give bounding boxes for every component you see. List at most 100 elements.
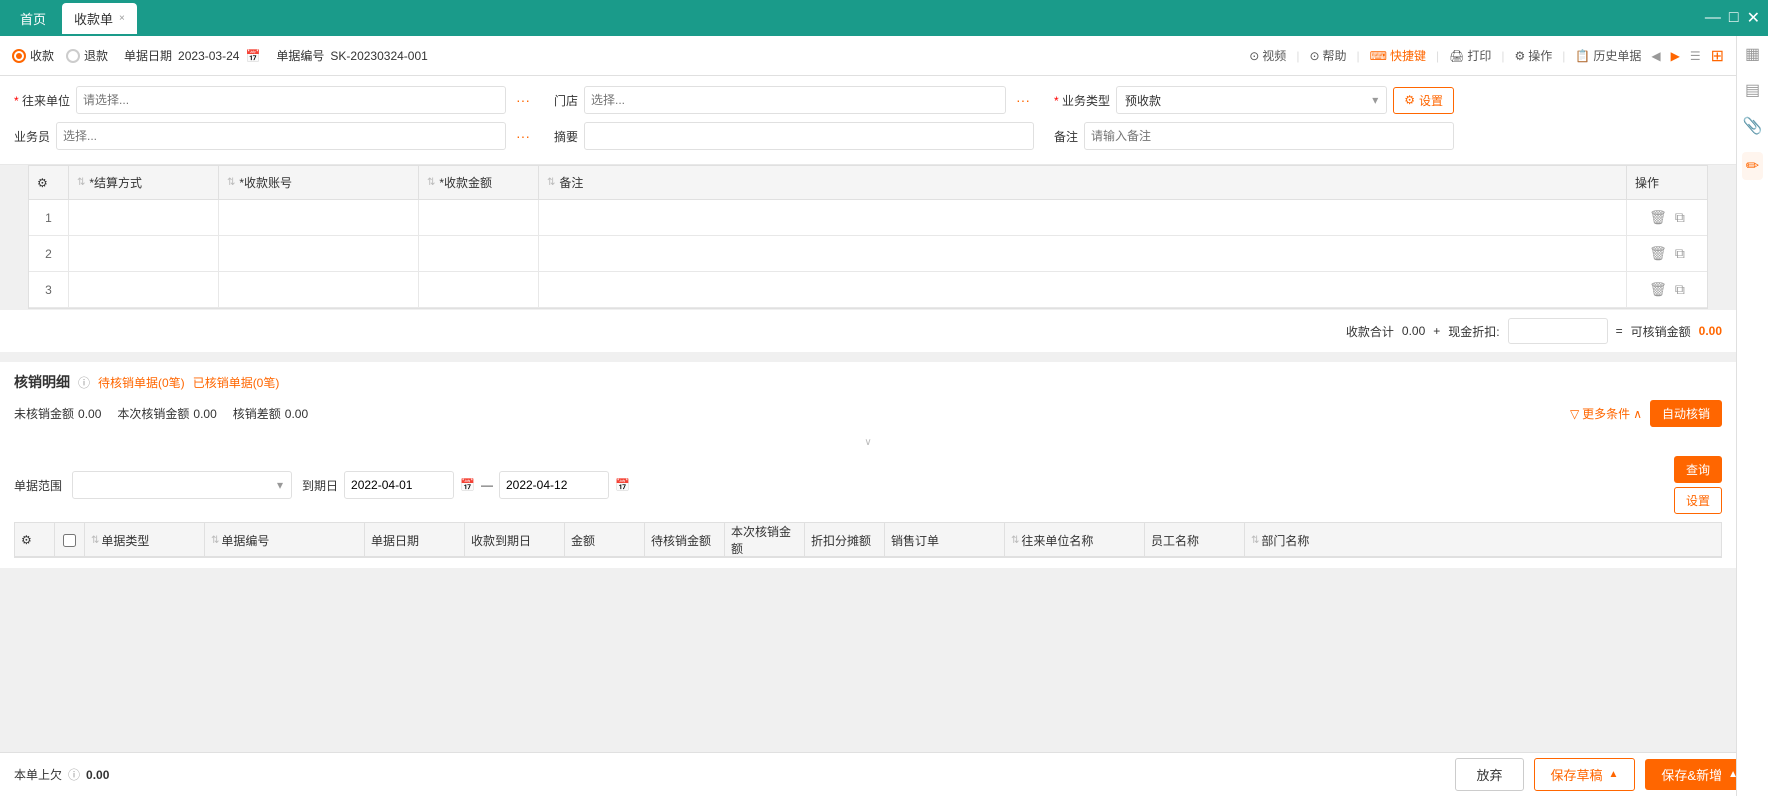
number-value: SK-20230324-001 <box>330 49 427 63</box>
settings-button[interactable]: ⚙ 设置 <box>1393 87 1454 114</box>
date-to-input[interactable] <box>499 471 609 499</box>
balance-value: 0.00 <box>86 768 109 782</box>
radio-receipt-dot <box>12 49 26 63</box>
discard-button[interactable]: 放弃 <box>1455 758 1523 791</box>
partner-more-icon[interactable]: ··· <box>512 92 534 108</box>
row-1-delete-icon[interactable]: 🗑 <box>1649 209 1667 226</box>
row-1-remark[interactable] <box>539 200 1627 235</box>
summary-row: 收款合计 0.00 + 现金折扣: = 可核销金额 0.00 <box>0 309 1736 352</box>
nav-right-icon[interactable]: ▶ <box>1671 49 1680 63</box>
bth-settings[interactable]: ⚙ <box>15 523 55 557</box>
bottom-gear-icon[interactable]: ⚙ <box>21 533 32 547</box>
tab-home[interactable]: 首页 <box>8 3 58 34</box>
discount-input[interactable] <box>1508 318 1608 344</box>
window-controls: — □ ✕ <box>1705 8 1760 28</box>
row-2-remark[interactable] <box>539 236 1627 271</box>
staff-field: 业务员 ··· <box>14 122 534 150</box>
calendar-to-icon[interactable]: 📅 <box>615 478 630 492</box>
th-amount: ⇅ *收款金额 <box>419 166 539 199</box>
row-2-actions: 🗑 ⧉ <box>1627 236 1707 271</box>
operations-btn[interactable]: ⚙ 操作 <box>1514 47 1552 64</box>
sidebar-attachment-icon[interactable]: 📎 <box>1743 116 1763 136</box>
nav-left-icon[interactable]: ◀ <box>1651 49 1660 63</box>
type-radio-group: 收款 退款 <box>12 47 108 64</box>
date-range-dash: — <box>481 478 493 492</box>
minimize-button[interactable]: — <box>1705 9 1721 27</box>
auto-writeoff-button[interactable]: 自动核销 <box>1650 400 1722 427</box>
bth-discount: 折扣分摊额 <box>805 523 885 557</box>
bth-current-label: 本次核销金额 <box>731 523 798 557</box>
tab-bar-left: 首页 收款单 × <box>8 3 137 34</box>
row-1-settlement[interactable] <box>69 200 219 235</box>
grid-view-icon[interactable]: ⊞ <box>1711 46 1724 66</box>
row-3-delete-icon[interactable]: 🗑 <box>1649 281 1667 298</box>
save-draft-label: 保存草稿 <box>1551 765 1603 784</box>
writeoff-info-icon[interactable]: ⓘ <box>78 374 90 391</box>
bth-dept-name: ⇅ 部门名称 <box>1245 523 1345 557</box>
row-2-copy-icon[interactable]: ⧉ <box>1675 245 1685 262</box>
maximize-button[interactable]: □ <box>1729 9 1739 27</box>
calendar-icon[interactable]: 📅 <box>245 49 260 63</box>
sidebar-table-icon[interactable]: ▦ <box>1745 44 1760 64</box>
help-btn[interactable]: ⊙ 帮助 <box>1309 47 1346 64</box>
bth-checkbox[interactable] <box>55 523 85 557</box>
tab-close-icon[interactable]: × <box>119 13 125 24</box>
summary-label: 摘要 <box>554 128 578 145</box>
remark-input[interactable] <box>1084 122 1454 150</box>
radio-receipt[interactable]: 收款 <box>12 47 54 64</box>
table-settings-gear-icon[interactable]: ⚙ <box>37 176 48 190</box>
th-settings[interactable]: ⚙ <box>29 166 69 199</box>
shortcut-btn[interactable]: ⌨ 快捷键 <box>1370 47 1426 64</box>
unchecked-stat: 未核销金额 0.00 <box>14 405 101 422</box>
row-1-amount[interactable] <box>419 200 539 235</box>
tab-active[interactable]: 收款单 × <box>62 3 137 34</box>
row-2-settlement[interactable] <box>69 236 219 271</box>
business-type-value: 预收款 <box>1125 92 1161 109</box>
select-all-checkbox[interactable] <box>63 534 76 547</box>
row-3-amount[interactable] <box>419 272 539 307</box>
store-more-icon[interactable]: ··· <box>1012 92 1034 108</box>
partner-input[interactable] <box>76 86 506 114</box>
writeoff-title: 核销明细 ⓘ 待核销单据(0笔) 已核销单据(0笔) <box>14 372 1722 392</box>
date-value[interactable]: 2023-03-24 <box>178 49 239 63</box>
row-2-delete-icon[interactable]: 🗑 <box>1649 245 1667 262</box>
date-from-input[interactable] <box>344 471 454 499</box>
staff-more-icon[interactable]: ··· <box>512 128 534 144</box>
bth-doc-num: ⇅ 单据编号 <box>205 523 365 557</box>
history-btn[interactable]: 📋 历史单据 <box>1575 47 1641 64</box>
video-btn[interactable]: ⊙ 视频 <box>1249 47 1286 64</box>
sidebar-edit-icon[interactable]: ✏ <box>1742 152 1763 180</box>
done-tab-link[interactable]: 已核销单据(0笔) <box>193 374 280 391</box>
close-button[interactable]: ✕ <box>1747 8 1760 28</box>
total-value: 0.00 <box>1402 324 1425 338</box>
row-3-settlement[interactable] <box>69 272 219 307</box>
more-conditions-btn[interactable]: ▽ 更多条件 ∧ <box>1570 405 1642 422</box>
store-input[interactable] <box>584 86 1006 114</box>
diff-stat: 核销差额 0.00 <box>233 405 308 422</box>
row-2-amount[interactable] <box>419 236 539 271</box>
staff-input[interactable] <box>56 122 506 150</box>
collapse-arrow-icon[interactable]: ∨ <box>864 437 871 448</box>
sidebar-list-icon[interactable]: ▤ <box>1745 80 1760 100</box>
bth-doc-num-label: 单据编号 <box>221 532 269 549</box>
due-date-label: 到期日 <box>302 477 338 494</box>
list-view-icon[interactable]: ☰ <box>1690 49 1701 63</box>
save-draft-button[interactable]: 保存草稿 ▲ <box>1534 758 1636 791</box>
pending-tab-link[interactable]: 待核销单据(0笔) <box>98 374 185 391</box>
row-1-account[interactable] <box>219 200 419 235</box>
row-1-copy-icon[interactable]: ⧉ <box>1675 209 1685 226</box>
business-type-select[interactable]: 预收款 ▾ <box>1116 86 1387 114</box>
range-select[interactable]: ▾ <box>72 471 292 499</box>
print-btn[interactable]: 🖨 打印 <box>1449 47 1491 64</box>
balance-info-icon[interactable]: ⓘ <box>68 766 80 783</box>
row-3-remark[interactable] <box>539 272 1627 307</box>
current-stat: 本次核销金额 0.00 <box>117 405 216 422</box>
row-3-copy-icon[interactable]: ⧉ <box>1675 281 1685 298</box>
query-button[interactable]: 查询 <box>1674 456 1722 483</box>
radio-refund[interactable]: 退款 <box>66 47 108 64</box>
row-3-account[interactable] <box>219 272 419 307</box>
summary-input[interactable] <box>584 122 1034 150</box>
calendar-from-icon[interactable]: 📅 <box>460 478 475 492</box>
row-2-account[interactable] <box>219 236 419 271</box>
writeoff-settings-button[interactable]: 设置 <box>1674 487 1722 514</box>
